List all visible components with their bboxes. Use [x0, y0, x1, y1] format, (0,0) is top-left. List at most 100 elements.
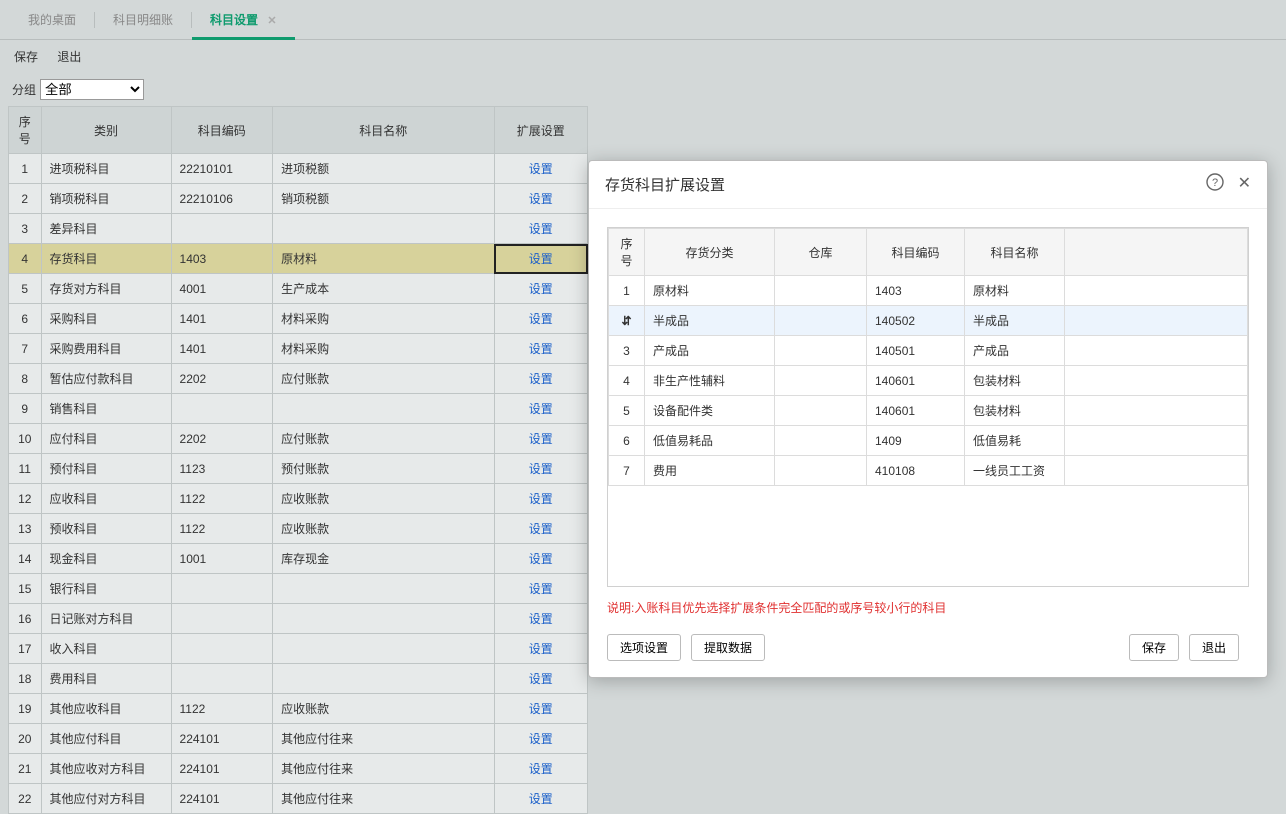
- settings-link[interactable]: 设置: [529, 792, 553, 806]
- settings-link[interactable]: 设置: [529, 222, 553, 236]
- cell-idx: 20: [9, 724, 42, 754]
- table-row[interactable]: 3产成品140501产成品: [609, 336, 1248, 366]
- settings-link[interactable]: 设置: [529, 252, 553, 266]
- close-icon[interactable]: ✕: [1238, 173, 1251, 196]
- settings-link[interactable]: 设置: [529, 552, 553, 566]
- settings-link[interactable]: 设置: [529, 762, 553, 776]
- table-row[interactable]: 15银行科目设置: [9, 574, 588, 604]
- cell-category: 半成品: [645, 306, 775, 336]
- table-row[interactable]: 6低值易耗品1409低值易耗: [609, 426, 1248, 456]
- settings-link[interactable]: 设置: [529, 702, 553, 716]
- table-row[interactable]: 4非生产性辅料140601包装材料: [609, 366, 1248, 396]
- cell-code: [171, 634, 273, 664]
- cell-name: 库存现金: [273, 544, 494, 574]
- group-select[interactable]: 全部: [40, 79, 144, 100]
- table-row[interactable]: 10应付科目2202应付账款设置: [9, 424, 588, 454]
- tab-ledger[interactable]: 科目明细账: [95, 0, 191, 40]
- cell-idx: 19: [9, 694, 42, 724]
- cell-idx: 7: [9, 334, 42, 364]
- settings-link[interactable]: 设置: [529, 522, 553, 536]
- settings-link[interactable]: 设置: [529, 162, 553, 176]
- table-row[interactable]: 5存货对方科目4001生产成本设置: [9, 274, 588, 304]
- table-row[interactable]: 1原材料1403原材料: [609, 276, 1248, 306]
- settings-link[interactable]: 设置: [529, 612, 553, 626]
- cell-code: 22210106: [171, 184, 273, 214]
- table-row[interactable]: 2销项税科目22210106销项税额设置: [9, 184, 588, 214]
- settings-link[interactable]: 设置: [529, 672, 553, 686]
- table-row[interactable]: 3差异科目设置: [9, 214, 588, 244]
- cell-name: 包装材料: [965, 366, 1065, 396]
- settings-link[interactable]: 设置: [529, 402, 553, 416]
- table-row[interactable]: 6采购科目1401材料采购设置: [9, 304, 588, 334]
- col-header-ext: 扩展设置: [494, 107, 587, 154]
- cell-ext: 设置: [494, 604, 587, 634]
- cell-idx: 6: [609, 426, 645, 456]
- fetch-data-button[interactable]: 提取数据: [691, 634, 765, 661]
- cell-code: 224101: [171, 724, 273, 754]
- cell-name: 包装材料: [965, 396, 1065, 426]
- table-row[interactable]: 9销售科目设置: [9, 394, 588, 424]
- cell-code: 1001: [171, 544, 273, 574]
- settings-link[interactable]: 设置: [529, 192, 553, 206]
- cell-idx: 8: [9, 364, 42, 394]
- settings-link[interactable]: 设置: [529, 462, 553, 476]
- table-row[interactable]: 7费用410108一线员工工资: [609, 456, 1248, 486]
- cell-idx: 22: [9, 784, 42, 814]
- cell-idx: 13: [9, 514, 42, 544]
- help-icon[interactable]: ?: [1206, 173, 1224, 196]
- save-button[interactable]: 保存: [1129, 634, 1179, 661]
- table-row[interactable]: 17收入科目设置: [9, 634, 588, 664]
- cell-category: 银行科目: [41, 574, 171, 604]
- settings-link[interactable]: 设置: [529, 642, 553, 656]
- table-row[interactable]: ⇵半成品140502半成品: [609, 306, 1248, 336]
- main-table: 序号 类别 科目编码 科目名称 扩展设置 1进项税科目22210101进项税额设…: [8, 106, 588, 814]
- settings-link[interactable]: 设置: [529, 492, 553, 506]
- col-header-idx: 序号: [609, 229, 645, 276]
- save-button[interactable]: 保存: [14, 50, 38, 64]
- settings-link[interactable]: 设置: [529, 582, 553, 596]
- cell-idx: 2: [9, 184, 42, 214]
- settings-link[interactable]: 设置: [529, 732, 553, 746]
- table-row[interactable]: 20其他应付科目224101其他应付往来设置: [9, 724, 588, 754]
- table-row[interactable]: 19其他应收科目1122应收账款设置: [9, 694, 588, 724]
- options-button[interactable]: 选项设置: [607, 634, 681, 661]
- table-row[interactable]: 18费用科目设置: [9, 664, 588, 694]
- table-row[interactable]: 22其他应付对方科目224101其他应付往来设置: [9, 784, 588, 814]
- table-row[interactable]: 21其他应收对方科目224101其他应付往来设置: [9, 754, 588, 784]
- cell-category: 采购科目: [41, 304, 171, 334]
- settings-link[interactable]: 设置: [529, 282, 553, 296]
- inner-table-scroll[interactable]: 序号 存货分类 仓库 科目编码 科目名称 1原材料1403原材料⇵半成品1405…: [608, 228, 1248, 586]
- table-row[interactable]: 14现金科目1001库存现金设置: [9, 544, 588, 574]
- cell-idx: 10: [9, 424, 42, 454]
- table-row[interactable]: 8暂估应付款科目2202应付账款设置: [9, 364, 588, 394]
- dialog-note: 说明:入账科目优先选择扩展条件完全匹配的或序号较小行的科目: [607, 599, 1249, 616]
- tab-subject-settings[interactable]: 科目设置 ✕: [192, 0, 295, 40]
- col-header-category: 存货分类: [645, 229, 775, 276]
- cell-warehouse: [775, 456, 867, 486]
- cell-name: 应收账款: [273, 694, 494, 724]
- cell-idx: 5: [609, 396, 645, 426]
- table-row[interactable]: 13预收科目1122应收账款设置: [9, 514, 588, 544]
- exit-button[interactable]: 退出: [1189, 634, 1239, 661]
- cell-idx: 4: [609, 366, 645, 396]
- dialog-footer: 选项设置 提取数据 保存 退出: [589, 634, 1267, 677]
- table-row[interactable]: 7采购费用科目1401材料采购设置: [9, 334, 588, 364]
- settings-link[interactable]: 设置: [529, 372, 553, 386]
- table-row[interactable]: 5设备配件类140601包装材料: [609, 396, 1248, 426]
- settings-link[interactable]: 设置: [529, 342, 553, 356]
- table-header-row: 序号 存货分类 仓库 科目编码 科目名称: [609, 229, 1248, 276]
- cell-blank: [1065, 276, 1248, 306]
- exit-button[interactable]: 退出: [57, 50, 81, 64]
- cell-name: 应付账款: [273, 364, 494, 394]
- settings-link[interactable]: 设置: [529, 432, 553, 446]
- table-row[interactable]: 1进项税科目22210101进项税额设置: [9, 154, 588, 184]
- close-icon[interactable]: ✕: [267, 15, 276, 27]
- table-row[interactable]: 16日记账对方科目设置: [9, 604, 588, 634]
- cell-code: [171, 664, 273, 694]
- settings-link[interactable]: 设置: [529, 312, 553, 326]
- tab-desktop[interactable]: 我的桌面: [10, 0, 94, 40]
- table-row[interactable]: 12应收科目1122应收账款设置: [9, 484, 588, 514]
- table-row[interactable]: 4存货科目1403原材料设置: [9, 244, 588, 274]
- cell-ext: 设置: [494, 634, 587, 664]
- table-row[interactable]: 11预付科目1123预付账款设置: [9, 454, 588, 484]
